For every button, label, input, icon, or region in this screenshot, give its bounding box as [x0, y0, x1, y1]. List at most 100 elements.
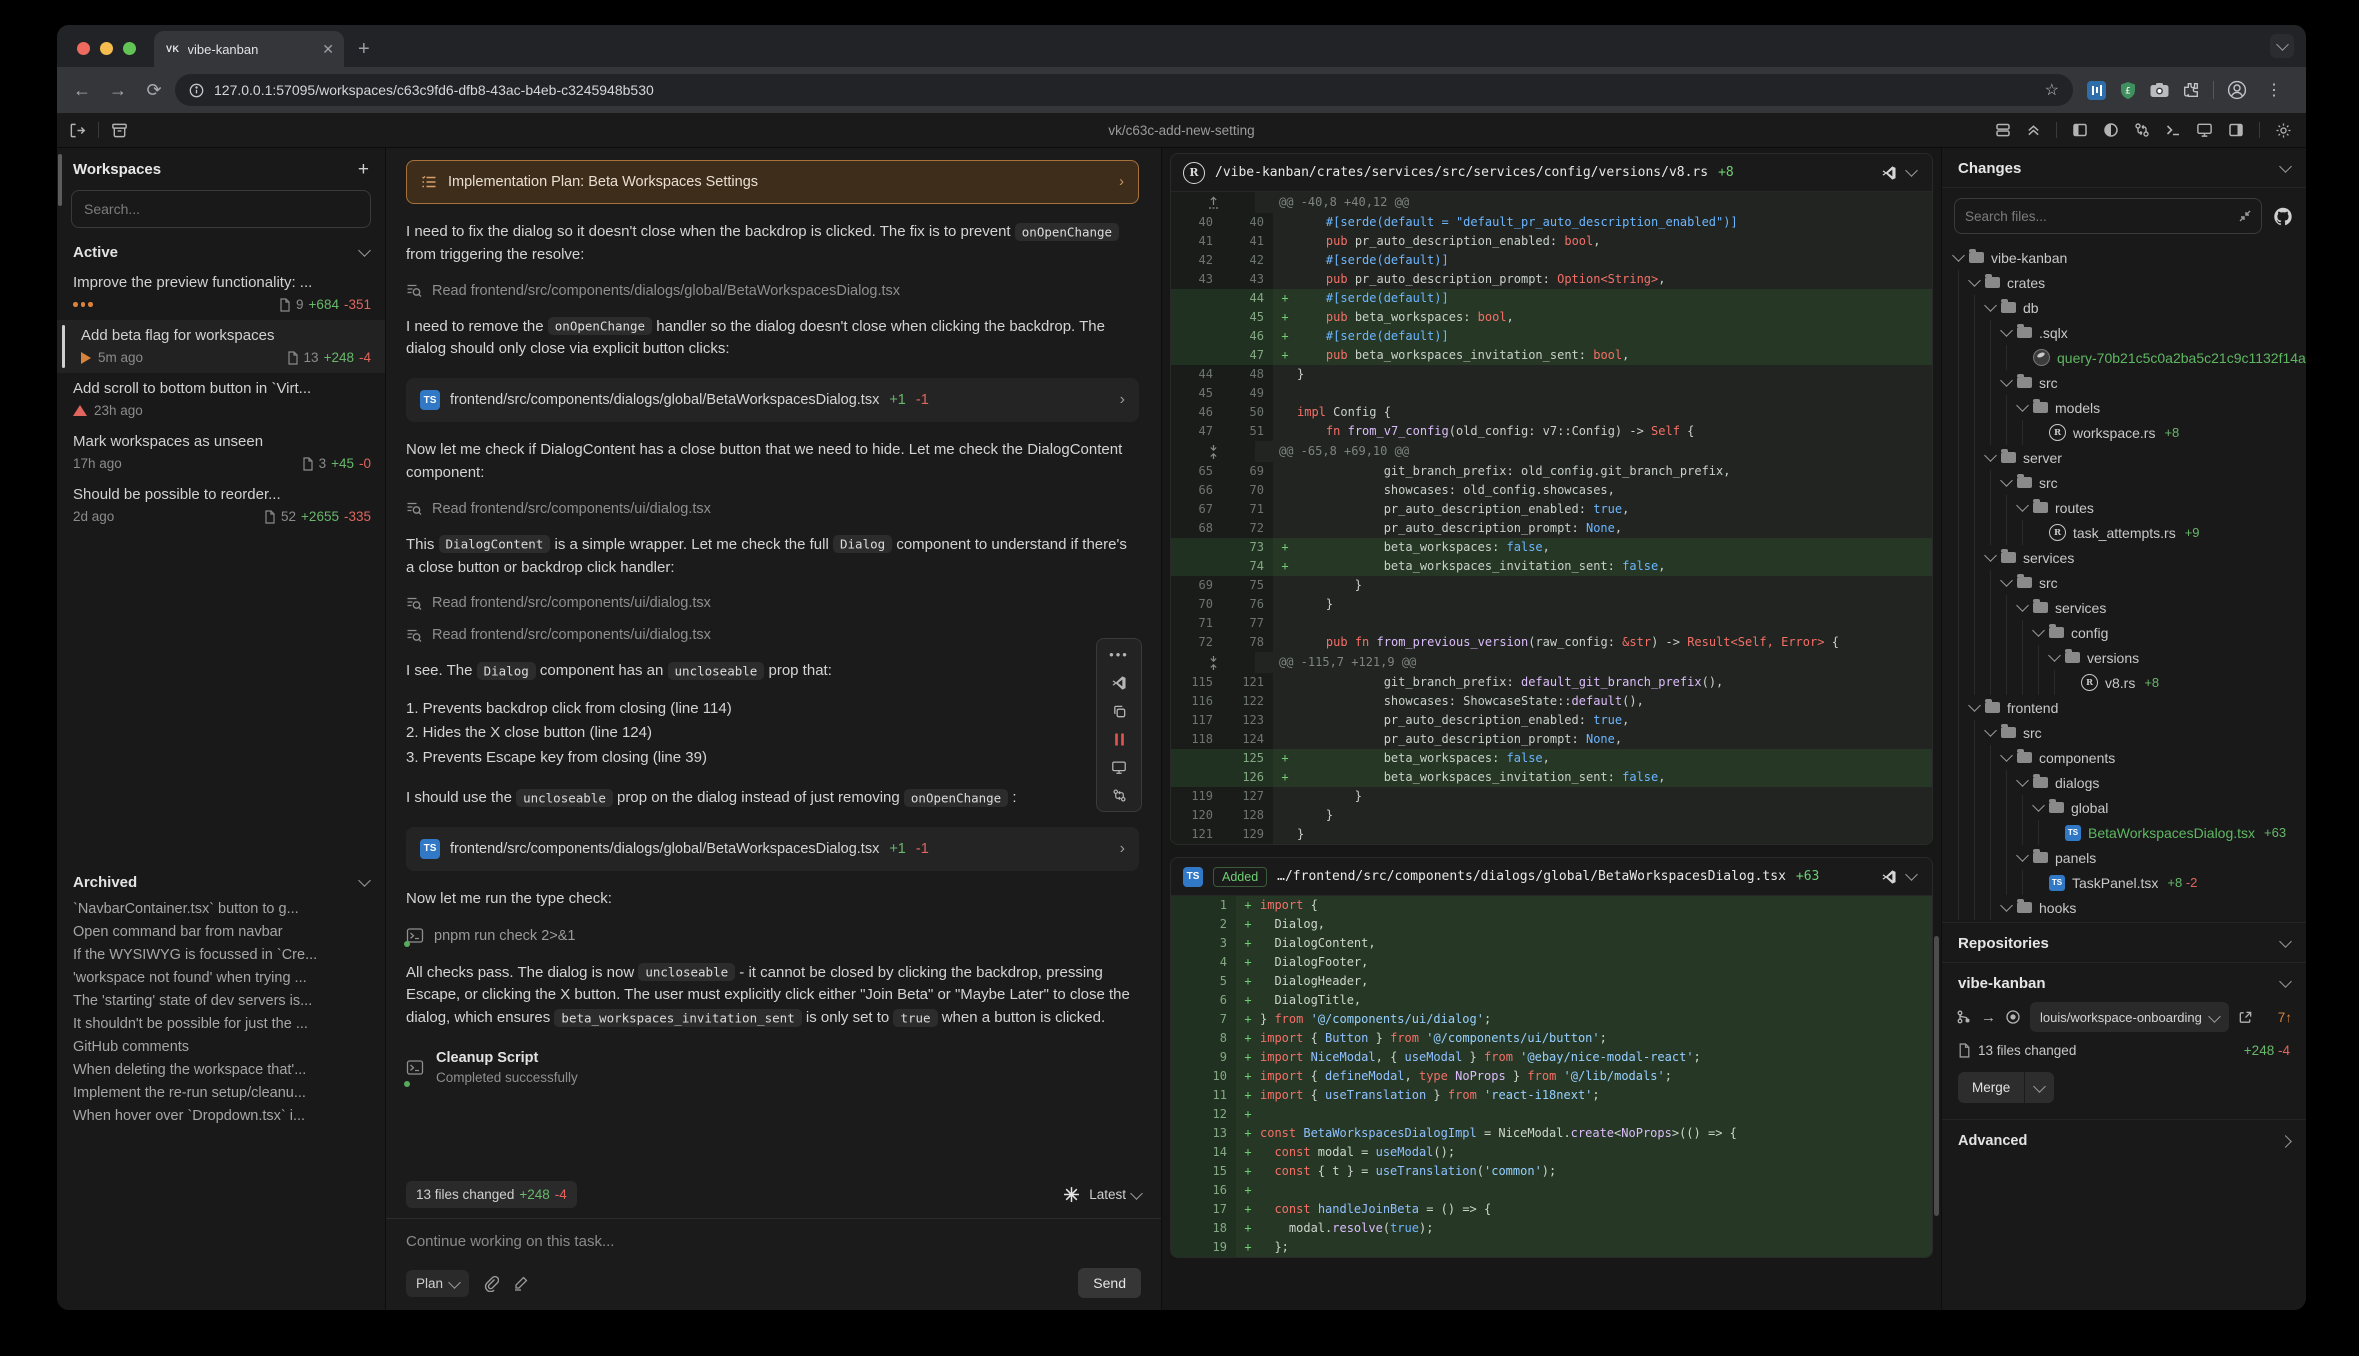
diff-line[interactable]: 125 + beta_workspaces: false,: [1171, 749, 1932, 768]
extension-icon[interactable]: [2087, 80, 2106, 100]
diff-card-header[interactable]: TS Added …/frontend/src/components/dialogs…: [1171, 858, 1932, 896]
merge-button[interactable]: Merge: [1958, 1072, 2024, 1103]
message-input[interactable]: Continue working on this task... Plan Se…: [386, 1218, 1161, 1310]
sidebar-scrollbar[interactable]: [58, 154, 62, 206]
diff-line[interactable]: 6 + DialogTitle,: [1171, 991, 1932, 1010]
diff-line[interactable]: 2 + Dialog,: [1171, 915, 1932, 934]
archived-workspace-item[interactable]: If the WYSIWYG is focussed in `Cre...: [57, 943, 385, 966]
conversation-scroll[interactable]: Implementation Plan: Beta Workspaces Set…: [386, 148, 1161, 1171]
diff-line[interactable]: 119 127 }: [1171, 787, 1932, 806]
repositories-header[interactable]: Repositories: [1942, 922, 2306, 963]
vscode-icon[interactable]: [1881, 869, 1897, 885]
camera-extension-icon[interactable]: [2150, 82, 2169, 98]
diff-line[interactable]: 4 + DialogFooter,: [1171, 953, 1932, 972]
tree-folder-row[interactable]: src: [1942, 570, 2306, 595]
search-files-input[interactable]: Search files...: [1954, 198, 2262, 234]
workspace-item[interactable]: Add beta flag for workspaces 5m ago 13 +248…: [57, 320, 385, 373]
tab-search-caret[interactable]: [2270, 34, 2294, 58]
minimize-window-button[interactable]: [100, 42, 113, 55]
forward-icon[interactable]: →: [103, 80, 133, 101]
merge-options-caret[interactable]: [2024, 1072, 2054, 1103]
archived-workspace-item[interactable]: When hover over `Dropdown.tsx` i...: [57, 1104, 385, 1127]
active-section-header[interactable]: Active: [57, 240, 385, 267]
diff-line[interactable]: 8 + import { Button } from '@/components/u…: [1171, 1029, 1932, 1048]
hunk-header[interactable]: @@ -115,7 +121,9 @@: [1171, 652, 1932, 673]
tree-folder-row[interactable]: versions: [1942, 645, 2306, 670]
tree-folder-row[interactable]: panels: [1942, 845, 2306, 870]
workspace-item[interactable]: Should be possible to reorder... 2d ago 52…: [57, 479, 385, 532]
extensions-puzzle-icon[interactable]: [2182, 81, 2200, 99]
vscode-icon[interactable]: [1881, 165, 1897, 181]
archived-workspace-item[interactable]: Open command bar from navbar: [57, 920, 385, 943]
collapse-tree-icon[interactable]: [2239, 210, 2251, 222]
tool-read-row[interactable]: Read frontend/src/components/ui/dialog.t…: [406, 627, 1139, 643]
site-info-icon[interactable]: [189, 83, 204, 98]
tool-terminal-row[interactable]: pnpm run check 2>&1: [404, 927, 1139, 947]
diff-line[interactable]: 7 +} from '@/components/ui/dialog';: [1171, 1010, 1932, 1029]
diff-line[interactable]: 126 + beta_workspaces_invitation_sent: fa…: [1171, 768, 1932, 787]
archived-workspace-item[interactable]: The 'starting' state of dev servers is..…: [57, 989, 385, 1012]
shield-extension-icon[interactable]: £: [2119, 81, 2137, 100]
sparkle-icon[interactable]: [1063, 1186, 1080, 1203]
diff-line[interactable]: 72 78 pub fn from_previous_version(raw_co…: [1171, 633, 1932, 652]
vscode-icon[interactable]: [1111, 675, 1127, 691]
advanced-section[interactable]: Advanced: [1942, 1119, 2306, 1162]
diff-line[interactable]: 41 41 pub pr_auto_description_enabled: bo…: [1171, 232, 1932, 251]
diff-line[interactable]: 44 48}: [1171, 365, 1932, 384]
tree-file-row[interactable]: Rtask_attempts.rs +9: [1942, 520, 2306, 545]
expand-hunk-icon[interactable]: [1171, 192, 1255, 213]
tool-read-row[interactable]: Read frontend/src/components/ui/dialog.t…: [406, 501, 1139, 517]
diff-line[interactable]: 66 70 showcases: old_config.showcases,: [1171, 481, 1932, 500]
changes-header[interactable]: Changes: [1942, 148, 2306, 188]
diff-line[interactable]: 44 + #[serde(default)]: [1171, 289, 1932, 308]
tree-folder-row[interactable]: dialogs: [1942, 770, 2306, 795]
tree-folder-row[interactable]: frontend: [1942, 695, 2306, 720]
edited-file-card[interactable]: TS frontend/src/components/dialogs/global…: [406, 826, 1139, 871]
workspace-search-input[interactable]: Search...: [71, 190, 371, 228]
tree-folder-row[interactable]: config: [1942, 620, 2306, 645]
screen-icon[interactable]: [1111, 760, 1127, 775]
diff-line[interactable]: 9 + import NiceModal, { useModal } from '@…: [1171, 1048, 1932, 1067]
diff-line[interactable]: 5 + DialogHeader,: [1171, 972, 1932, 991]
close-window-button[interactable]: [77, 42, 90, 55]
new-tab-button[interactable]: +: [344, 38, 370, 67]
archived-workspace-item[interactable]: It shouldn't be possible for just the ..…: [57, 1012, 385, 1035]
mode-selector-button[interactable]: Plan: [406, 1269, 470, 1297]
archived-workspace-item[interactable]: 'workspace not found' when trying ...: [57, 966, 385, 989]
tree-folder-row[interactable]: routes: [1942, 495, 2306, 520]
diff-viewer[interactable]: R/vibe-kanban/crates/services/src/servic…: [1162, 148, 1941, 1310]
edited-file-card[interactable]: TS frontend/src/components/dialogs/global…: [406, 378, 1139, 423]
diff-line[interactable]: 115 121 git_branch_prefix: default_git_br…: [1171, 673, 1932, 692]
tree-file-row[interactable]: TS TaskPanel.tsx +8 -2: [1942, 870, 2306, 895]
diff-line[interactable]: 43 43 pub pr_auto_description_prompt: Opt…: [1171, 270, 1932, 289]
diff-line[interactable]: 68 72 pr_auto_description_prompt: None,: [1171, 519, 1932, 538]
tree-folder-row[interactable]: services: [1942, 545, 2306, 570]
diff-line[interactable]: 121 129}: [1171, 825, 1932, 844]
tool-read-row[interactable]: Read frontend/src/components/ui/dialog.t…: [406, 595, 1139, 611]
diff-line[interactable]: 118 124 pr_auto_description_prompt: None,: [1171, 730, 1932, 749]
pause-icon[interactable]: [1113, 732, 1126, 747]
diff-line[interactable]: 45 + pub beta_workspaces: bool,: [1171, 308, 1932, 327]
tool-read-row[interactable]: Read frontend/src/components/dialogs/glo…: [406, 283, 1139, 299]
tree-folder-row[interactable]: .sqlx: [1942, 320, 2306, 345]
diff-line[interactable]: 67 71 pr_auto_description_enabled: true,: [1171, 500, 1932, 519]
diff-line[interactable]: 74 + beta_workspaces_invitation_sent: fal…: [1171, 557, 1932, 576]
hunk-header[interactable]: @@ -65,8 +69,10 @@: [1171, 441, 1932, 462]
diff-line[interactable]: 18 + modal.resolve(true);: [1171, 1219, 1932, 1238]
tree-folder-row[interactable]: server: [1942, 445, 2306, 470]
browser-menu-icon[interactable]: ⋮: [2260, 80, 2288, 100]
diff-line[interactable]: 1 + import {: [1171, 896, 1932, 915]
implementation-plan-banner[interactable]: Implementation Plan: Beta Workspaces Set…: [406, 160, 1139, 204]
tree-file-row[interactable]: Rv8.rs +8: [1942, 670, 2306, 695]
diff-card-header[interactable]: R/vibe-kanban/crates/services/src/servic…: [1171, 154, 1932, 192]
diff-line[interactable]: 46 + #[serde(default)]: [1171, 327, 1932, 346]
tree-folder-row[interactable]: components: [1942, 745, 2306, 770]
reload-icon[interactable]: ⟳: [139, 80, 169, 101]
archived-workspace-item[interactable]: GitHub comments: [57, 1035, 385, 1058]
browser-tab[interactable]: VK vibe-kanban ✕: [154, 31, 344, 67]
chevron-down-icon[interactable]: [1905, 164, 1918, 177]
archived-workspace-item[interactable]: When deleting the workspace that'...: [57, 1058, 385, 1081]
diff-line[interactable]: 13 + const BetaWorkspacesDialogImpl = Nice…: [1171, 1124, 1932, 1143]
diff-line[interactable]: 15 + const { t } = useTranslation('common…: [1171, 1162, 1932, 1181]
diff-line[interactable]: 71 77: [1171, 614, 1932, 633]
